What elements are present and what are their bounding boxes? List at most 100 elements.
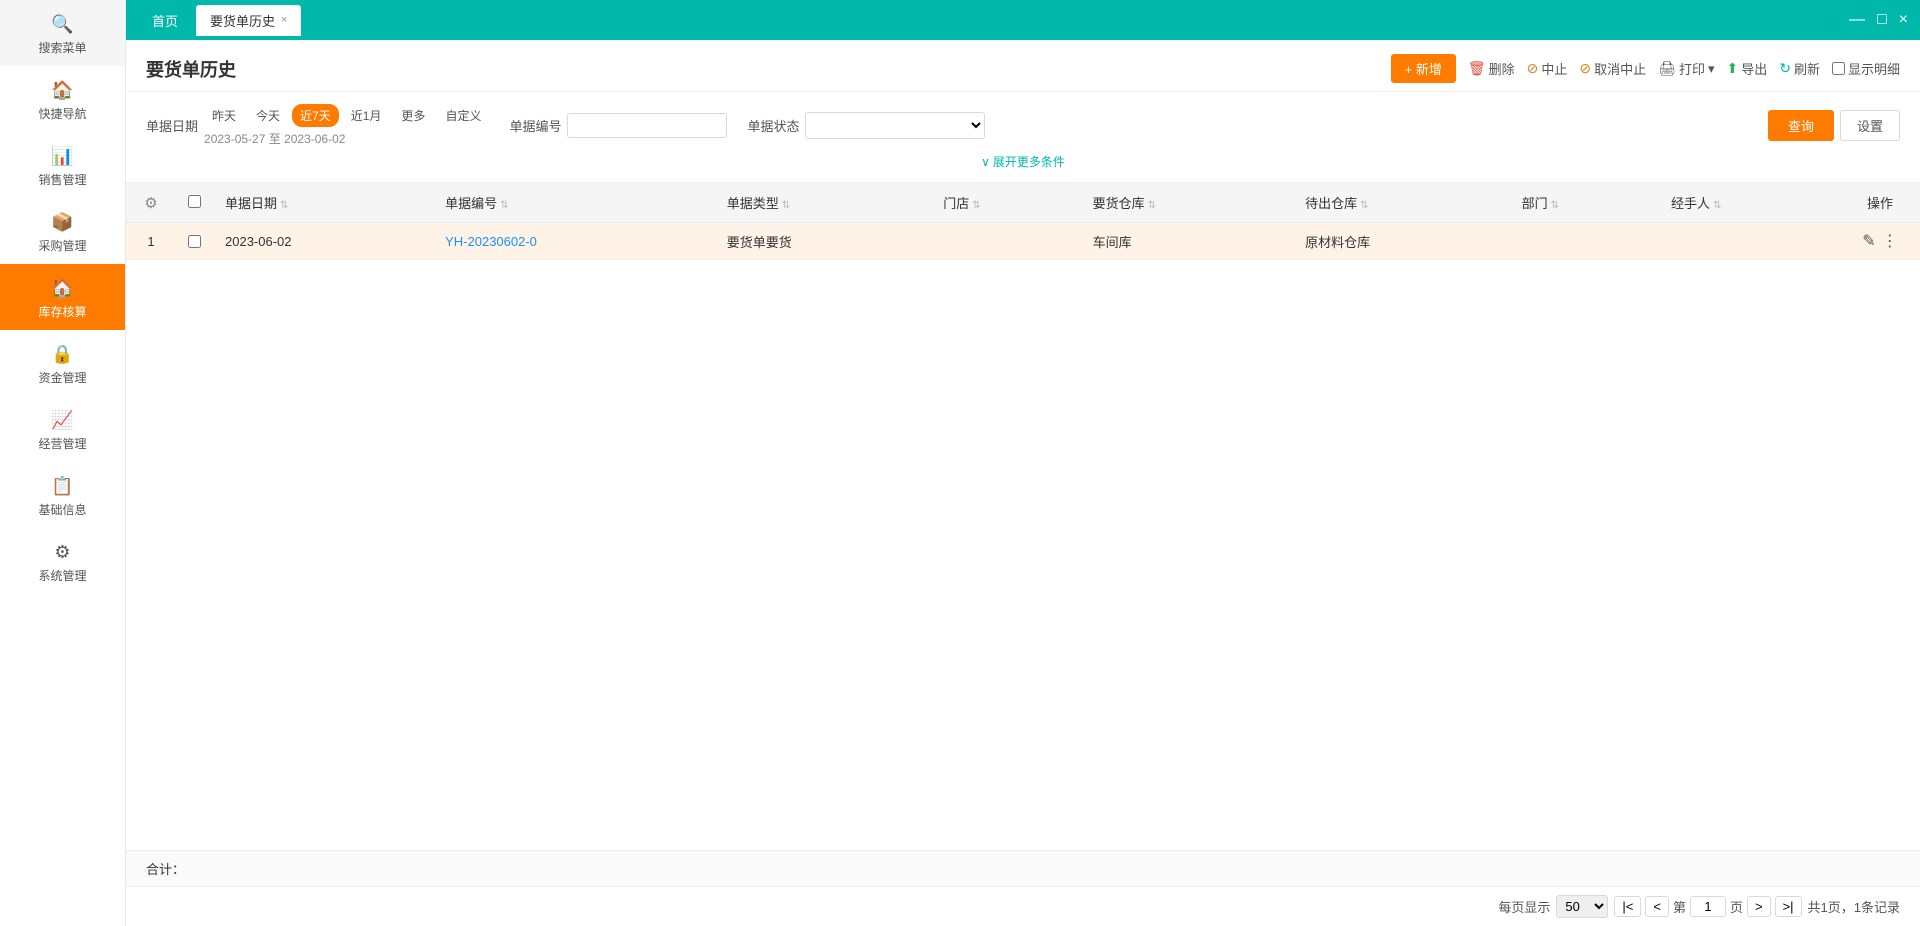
next-page-button[interactable]: > [1747, 896, 1771, 917]
date-btn-today[interactable]: 今天 [248, 104, 288, 127]
pending-wh-sort-icon[interactable]: ⇅ [1360, 200, 1368, 211]
display-detail-button[interactable]: 显示明细 [1832, 59, 1900, 78]
date-buttons: 昨天 今天 近7天 近1月 更多 自定义 2023-05-27 至 2023-0… [204, 104, 489, 147]
sidebar-item-sales[interactable]: 📊 销售管理 [0, 132, 125, 198]
page-label-after: 页 [1730, 897, 1743, 916]
row-more-button[interactable]: ⋮ [1882, 231, 1898, 251]
print-dropdown-icon[interactable]: ▾ [1708, 61, 1715, 77]
row-req-warehouse: 车间库 [1081, 223, 1294, 260]
setting-button[interactable]: 设置 [1840, 110, 1900, 141]
operation-icon: 📈 [51, 410, 73, 431]
first-page-button[interactable]: |< [1614, 896, 1641, 917]
expand-more-area: ∨ 展开更多条件 [146, 153, 1900, 170]
export-icon: ⬆ [1726, 60, 1738, 77]
settings-icon[interactable]: ⚙ [144, 195, 157, 212]
sidebar-item-system[interactable]: ⚙ 系统管理 [0, 528, 125, 594]
row-checkbox[interactable] [188, 235, 201, 248]
refresh-button[interactable]: ↻ 刷新 [1779, 59, 1820, 78]
expand-down-icon: ∨ [981, 155, 990, 169]
status-select[interactable] [805, 112, 985, 139]
tab-close-button[interactable]: × [281, 14, 287, 26]
export-button[interactable]: ⬆ 导出 [1726, 59, 1767, 78]
print-button[interactable]: 🖨 打印 ▾ [1658, 59, 1714, 78]
sidebar-item-finance[interactable]: 🔒 资金管理 [0, 330, 125, 396]
minimize-button[interactable]: — [1849, 11, 1865, 29]
header-actions: + 新增 🗑 删除 ⊘ 中止 ⊘ 取消中止 🖨 打印 ▾ [1391, 54, 1900, 83]
status-filter: 单据状态 [747, 112, 985, 139]
per-page-select[interactable]: 10 20 50 100 [1556, 895, 1608, 918]
sales-icon: 📊 [51, 146, 73, 167]
cancel-stop-icon: ⊘ [1579, 60, 1591, 77]
page-number-input[interactable] [1690, 896, 1726, 917]
sidebar: 🔍 搜索菜单 🏠 快捷导航 📊 销售管理 📦 采购管理 🏠 库存核算 🔒 资金管… [0, 0, 126, 926]
prev-page-button[interactable]: < [1645, 896, 1669, 917]
filter-buttons: 查询 设置 [1768, 110, 1900, 141]
filter-row: 单据日期 昨天 今天 近7天 近1月 更多 自定义 2023-05-27 至 2… [146, 104, 1900, 147]
row-actions-cell: ✎ ⋮ [1840, 223, 1920, 260]
dept-sort-icon[interactable]: ⇅ [1551, 200, 1559, 211]
col-handler-header: 经手人⇅ [1659, 183, 1840, 223]
col-action-header: 操作 [1840, 183, 1920, 223]
main-area: 首页 要货单历史 × — □ × 要货单历史 + 新增 🗑 删除 ⊘ [126, 0, 1920, 926]
col-checkbox-header [176, 183, 213, 223]
add-button[interactable]: + 新增 [1391, 54, 1456, 83]
date-btn-custom[interactable]: 自定义 [437, 104, 489, 127]
row-store [931, 223, 1080, 260]
doc-no-input[interactable] [567, 113, 727, 138]
inventory-icon: 🏠 [51, 278, 73, 299]
tab-home[interactable]: 首页 [138, 5, 192, 36]
handler-sort-icon[interactable]: ⇅ [1713, 200, 1721, 211]
col-date-header: 单据日期⇅ [213, 183, 433, 223]
display-detail-checkbox[interactable] [1832, 62, 1845, 75]
delete-icon: 🗑 [1468, 60, 1486, 77]
select-all-checkbox[interactable] [188, 195, 201, 208]
table-footer: 合计： [126, 850, 1920, 886]
query-button[interactable]: 查询 [1768, 110, 1834, 141]
store-sort-icon[interactable]: ⇅ [972, 200, 980, 211]
content-area: 要货单历史 + 新增 🗑 删除 ⊘ 中止 ⊘ 取消中止 🖨 打印 [126, 40, 1920, 926]
table-wrap: ⚙ 单据日期⇅ 单据编号⇅ 单据类型⇅ [126, 183, 1920, 850]
date-btn-more[interactable]: 更多 [393, 104, 433, 127]
col-docno-header: 单据编号⇅ [433, 183, 715, 223]
sidebar-item-operation[interactable]: 📈 经营管理 [0, 396, 125, 462]
stop-icon: ⊘ [1527, 60, 1539, 77]
status-select-wrap [805, 112, 985, 139]
stop-button[interactable]: ⊘ 中止 [1527, 59, 1568, 78]
date-btn-1month[interactable]: 近1月 [343, 104, 390, 127]
last-page-button[interactable]: >| [1775, 896, 1802, 917]
maximize-button[interactable]: □ [1877, 11, 1887, 29]
row-edit-button[interactable]: ✎ [1862, 231, 1875, 251]
sidebar-item-purchase[interactable]: 📦 采购管理 [0, 198, 125, 264]
tab-current[interactable]: 要货单历史 × [196, 5, 301, 36]
doc-no-link[interactable]: YH-20230602-0 [445, 234, 537, 249]
row-doc-no: YH-20230602-0 [433, 223, 715, 260]
sidebar-item-search-menu[interactable]: 🔍 搜索菜单 [0, 0, 125, 66]
date-btn-yesterday[interactable]: 昨天 [204, 104, 244, 127]
page-header: 要货单历史 + 新增 🗑 删除 ⊘ 中止 ⊘ 取消中止 🖨 打印 [126, 40, 1920, 92]
req-wh-sort-icon[interactable]: ⇅ [1148, 200, 1156, 211]
doc-no-label: 单据编号 [509, 116, 561, 135]
cancel-stop-button[interactable]: ⊘ 取消中止 [1579, 59, 1646, 78]
status-label: 单据状态 [747, 116, 799, 135]
row-dept [1510, 223, 1659, 260]
search-icon: 🔍 [51, 14, 73, 35]
home-icon: 🏠 [51, 80, 73, 101]
sidebar-item-basic-info[interactable]: 📋 基础信息 [0, 462, 125, 528]
row-handler [1659, 223, 1840, 260]
expand-more-button[interactable]: ∨ 展开更多条件 [981, 153, 1065, 170]
col-req-warehouse-header: 要货仓库⇅ [1081, 183, 1294, 223]
table-header-row: ⚙ 单据日期⇅ 单据编号⇅ 单据类型⇅ [126, 183, 1920, 223]
date-sort-icon[interactable]: ⇅ [280, 200, 288, 211]
page-title: 要货单历史 [146, 56, 236, 82]
close-button[interactable]: × [1899, 11, 1908, 29]
filter-area: 单据日期 昨天 今天 近7天 近1月 更多 自定义 2023-05-27 至 2… [126, 92, 1920, 183]
docno-sort-icon[interactable]: ⇅ [500, 200, 508, 211]
top-bar: 首页 要货单历史 × — □ × [126, 0, 1920, 40]
sidebar-item-inventory[interactable]: 🏠 库存核算 [0, 264, 125, 330]
doctype-sort-icon[interactable]: ⇅ [782, 200, 790, 211]
sidebar-item-quick-nav[interactable]: 🏠 快捷导航 [0, 66, 125, 132]
total-info: 共1页，1条记录 [1808, 897, 1900, 916]
date-btn-7days[interactable]: 近7天 [292, 104, 339, 127]
delete-button[interactable]: 🗑 删除 [1468, 59, 1515, 78]
row-date: 2023-06-02 [213, 223, 433, 260]
